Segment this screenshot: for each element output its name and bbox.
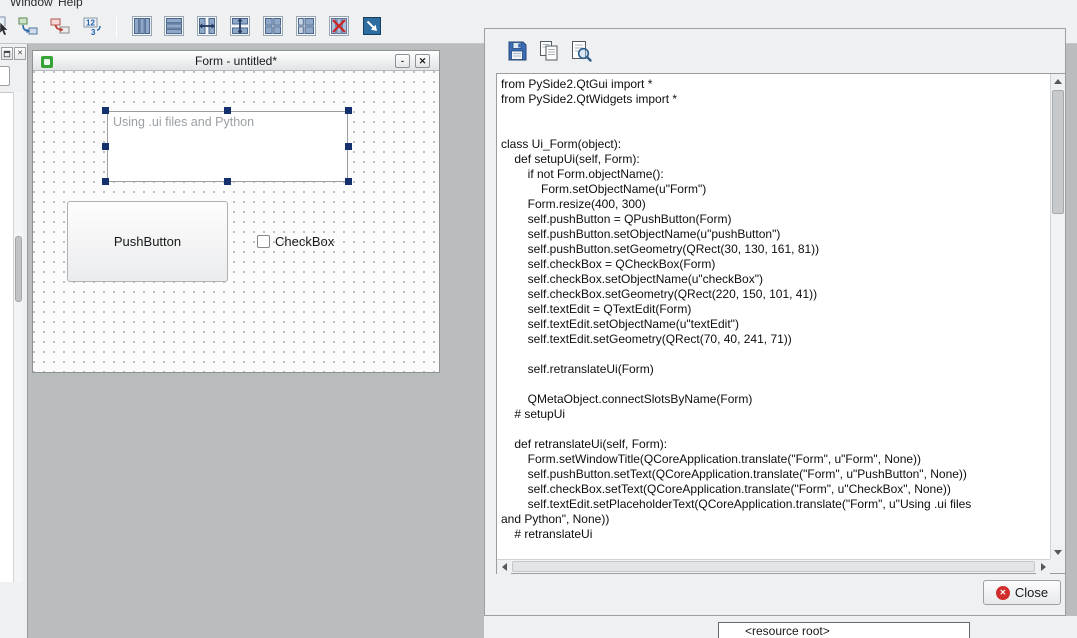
textedit-placeholder: Using .ui files and Python <box>113 115 254 129</box>
scroll-up-arrow[interactable] <box>1051 74 1065 88</box>
form-canvas[interactable]: Using .ui files and Python PushButton Ch… <box>33 71 439 372</box>
selection-handle-n[interactable] <box>224 107 231 114</box>
selection-handle-nw[interactable] <box>102 107 109 114</box>
selection-handle-s[interactable] <box>224 178 231 185</box>
textedit-widget[interactable]: Using .ui files and Python <box>107 111 348 182</box>
edit-buddies-button[interactable] <box>47 13 73 39</box>
triangle-right-icon <box>1041 563 1046 571</box>
widget-box-dock: ✕ <box>0 44 28 638</box>
selection-handle-w[interactable] <box>102 143 109 150</box>
close-button-label: Close <box>1015 585 1048 600</box>
code-view[interactable]: from PySide2.QtGui import * from PySide2… <box>496 73 1066 574</box>
find-button[interactable] <box>568 38 594 64</box>
checkbox-label: CheckBox <box>275 234 334 249</box>
svg-text:3: 3 <box>91 28 96 37</box>
scroll-down-arrow[interactable] <box>1051 545 1065 559</box>
layout-splitter-horizontal-button[interactable] <box>194 13 220 39</box>
selection-handle-se[interactable] <box>345 178 352 185</box>
edit-tab-order-icon: 123 <box>82 15 104 37</box>
resource-browser-window: <resource root> <box>484 616 1077 638</box>
svg-text:12: 12 <box>86 19 95 28</box>
save-button[interactable] <box>504 38 530 64</box>
minimize-button[interactable]: - <box>395 54 410 68</box>
close-x-icon: ✕ <box>996 586 1010 600</box>
widget-box-list[interactable] <box>0 92 13 582</box>
menu-help[interactable]: Help <box>58 0 83 9</box>
layout-horizontal-button[interactable] <box>129 13 155 39</box>
layout-splitter-horizontal-icon <box>196 15 218 37</box>
layout-splitter-vertical-icon <box>229 15 251 37</box>
menu-window[interactable]: Window <box>10 0 53 9</box>
layout-horizontal-icon <box>131 15 153 37</box>
triangle-up-icon <box>1054 79 1062 84</box>
close-button[interactable]: ✕ <box>415 54 430 68</box>
form-titlebar[interactable]: Form - untitled* - ✕ <box>33 51 439 71</box>
form-editor-window: Form - untitled* - ✕ Using .ui files and… <box>32 50 440 373</box>
widget-filter-input[interactable] <box>0 66 10 86</box>
pushbutton-widget[interactable]: PushButton <box>67 201 228 282</box>
find-icon <box>569 39 593 63</box>
scrollbar-corner <box>1050 559 1065 573</box>
layout-form-icon <box>295 15 317 37</box>
code-preview-dialog: from PySide2.QtGui import * from PySide2… <box>484 28 1066 616</box>
edit-signals-slots-icon <box>17 15 39 37</box>
edit-widgets-button[interactable] <box>0 13 15 39</box>
scroll-right-arrow[interactable] <box>1036 560 1050 574</box>
copy-icon <box>537 39 561 63</box>
edit-widgets-icon <box>0 15 13 37</box>
layout-vertical-button[interactable] <box>161 13 187 39</box>
layout-splitter-vertical-button[interactable] <box>227 13 253 39</box>
break-layout-icon <box>328 15 350 37</box>
qt-designer-screen: Window Help 123 <box>0 0 1077 638</box>
horizontal-scrollbar-thumb[interactable] <box>512 561 1035 572</box>
layout-form-button[interactable] <box>293 13 319 39</box>
copy-button[interactable] <box>536 38 562 64</box>
dock-float-icon <box>2 50 12 58</box>
adjust-size-icon <box>361 15 383 37</box>
resource-root-item[interactable]: <resource root> <box>718 622 970 638</box>
selection-handle-e[interactable] <box>345 143 352 150</box>
menubar: Window Help <box>0 0 1077 10</box>
adjust-size-button[interactable] <box>359 13 385 39</box>
edit-signals-slots-button[interactable] <box>15 13 41 39</box>
layout-vertical-icon <box>163 15 185 37</box>
dock-close-icon: ✕ <box>17 50 23 57</box>
toolbar-separator <box>116 16 117 38</box>
code-text[interactable]: from PySide2.QtGui import * from PySide2… <box>497 74 1050 559</box>
triangle-down-icon <box>1054 550 1062 555</box>
layout-grid-button[interactable] <box>260 13 286 39</box>
scroll-left-arrow[interactable] <box>497 560 511 574</box>
edit-tab-order-button[interactable]: 123 <box>80 13 106 39</box>
layout-grid-icon <box>262 15 284 37</box>
code-vertical-scrollbar[interactable] <box>1050 74 1065 559</box>
form-window-title: Form - untitled* <box>33 54 439 68</box>
edit-buddies-icon <box>49 15 71 37</box>
widget-box-scrollbar-thumb[interactable] <box>15 236 22 302</box>
checkbox-indicator[interactable] <box>257 235 270 248</box>
dock-float-button[interactable] <box>1 47 13 60</box>
vertical-scrollbar-thumb[interactable] <box>1052 90 1064 214</box>
checkbox-widget[interactable]: CheckBox <box>257 221 358 262</box>
dialog-close-button[interactable]: ✕ Close <box>983 580 1061 605</box>
widget-box-scrollbar[interactable] <box>13 92 23 582</box>
break-layout-button[interactable] <box>326 13 352 39</box>
selection-handle-sw[interactable] <box>102 178 109 185</box>
triangle-left-icon <box>502 563 507 571</box>
dock-close-button[interactable]: ✕ <box>14 47 26 60</box>
selection-handle-ne[interactable] <box>345 107 352 114</box>
save-icon <box>505 39 529 63</box>
code-horizontal-scrollbar[interactable] <box>497 559 1050 573</box>
